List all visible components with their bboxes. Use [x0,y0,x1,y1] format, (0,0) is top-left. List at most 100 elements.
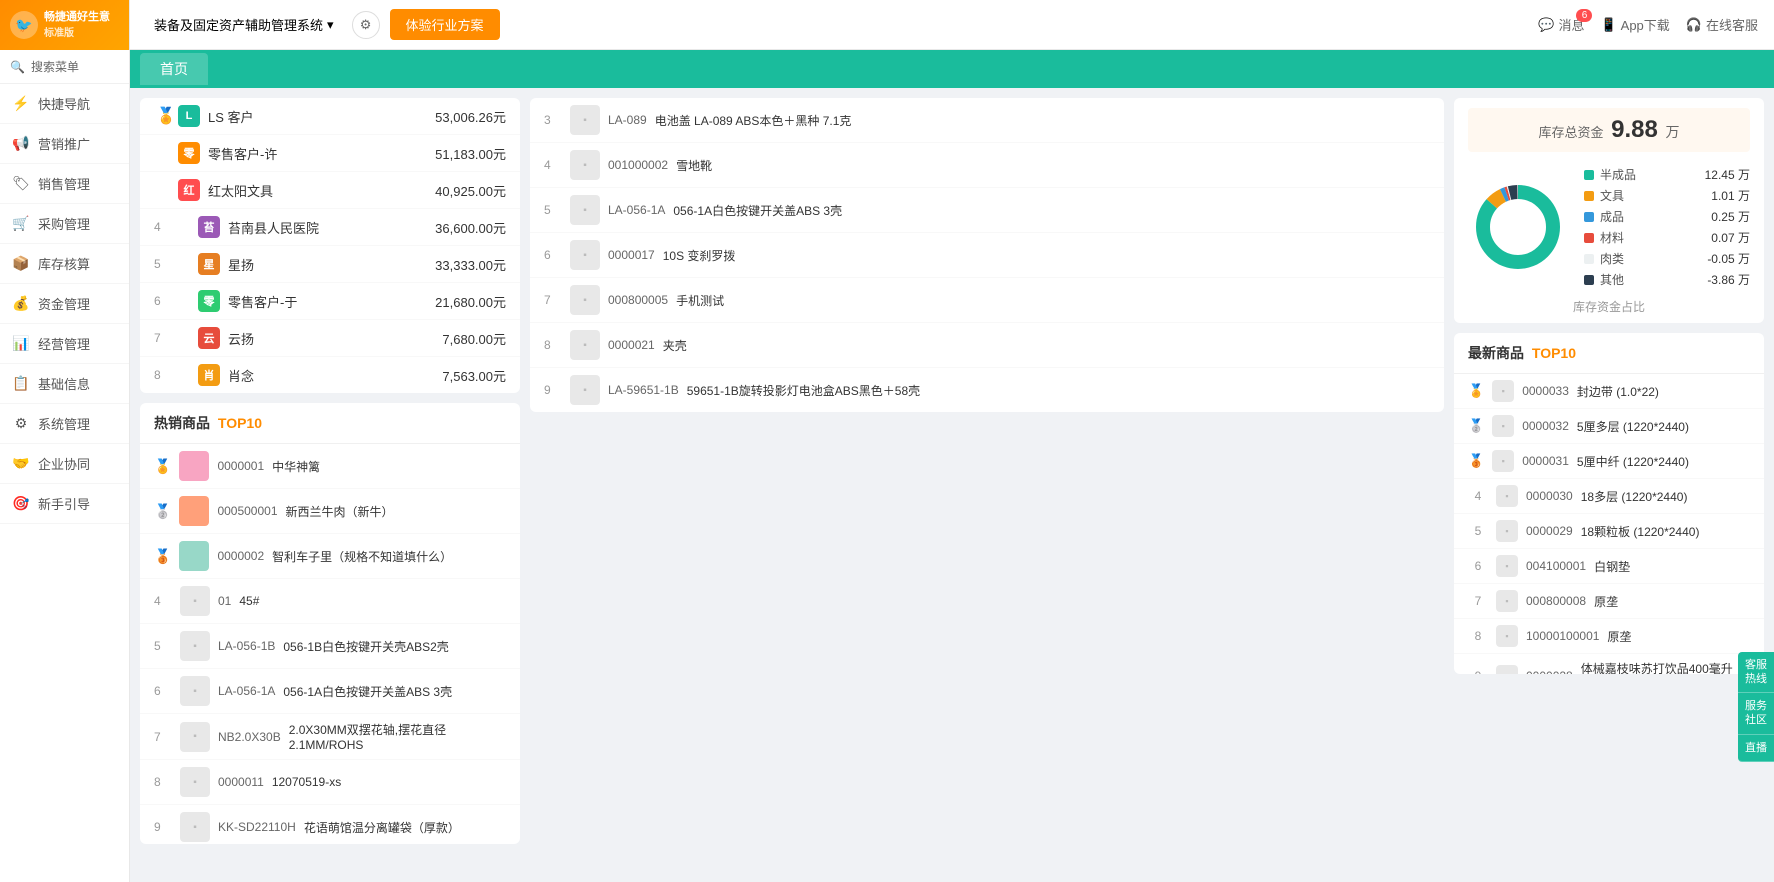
legend-label: 材料 [1600,229,1705,246]
sidebar-nav: ⚡快捷导航📢营销推广🏷销售管理🛒采购管理📦库存核算💰资金管理📊经营管理📋基础信息… [0,84,129,524]
search-icon: 🔍 [10,60,25,74]
online-service-button[interactable]: 🎧 在线客服 [1686,15,1758,34]
logo-icon: 🐦 [10,11,38,39]
hot-product-row: 7 ▪ NB2.0X30B 2.0X30MM双摆花轴,摆花直径2.1MM/ROH… [140,714,520,760]
app-logo: 🐦 畅捷通好生意 标准版 [0,0,129,50]
product-placeholder: ▪ [570,105,600,135]
system-title: 装备及固定资产辅助管理系统 [154,15,323,34]
hot-product-row: 🥈 000500001 新西兰牛肉（新牛） [140,489,520,534]
sidebar-item-enterprise[interactable]: 🤝企业协同 [0,444,129,484]
customer-rank-row: 4 苔 苔南县人民医院 36,600.00元 [140,209,520,246]
hot-product-row: 🥉 0000002 智利车子里（规格不知道填什么） [140,534,520,579]
product-placeholder: ▪ [570,195,600,225]
product-placeholder: ▪ [570,150,600,180]
legend-color [1584,233,1594,243]
new-product-row: 6 ▪ 004100001 白钢垫 [1454,549,1764,584]
inventory-total-section: 库存总资金 9.88 万 [1454,98,1764,156]
new-product-row: 🥈 ▪ 0000032 5厘多层 (1220*2440) [1454,409,1764,444]
float-btn-2[interactable]: 直播 [1738,735,1774,762]
product-placeholder: ▪ [180,767,210,797]
sidebar-item-quick-nav[interactable]: ⚡快捷导航 [0,84,129,124]
new-product-row: 🥉 ▪ 0000031 5厘中纤 (1220*2440) [1454,444,1764,479]
product-code: 01 [218,594,231,608]
sidebar-item-inventory[interactable]: 📦库存核算 [0,244,129,284]
guide-icon: 🎯 [12,495,30,513]
customer-amount: 33,333.00元 [435,255,506,274]
right-panel: 库存总资金 9.88 万 半 [1454,98,1764,872]
header: 装备及固定资产辅助管理系统 ▾ ⚙ 体验行业方案 💬 消息 6 📱 App下载 … [130,0,1774,50]
float-btn-1[interactable]: 服务 社区 [1738,693,1774,735]
new-product-placeholder: ▪ [1496,555,1518,577]
sidebar-item-basic[interactable]: 📋基础信息 [0,364,129,404]
product-name: 智利车子里（规格不知道填什么） [272,548,506,565]
inventory-total-box: 库存总资金 9.88 万 [1468,108,1750,152]
purchase-icon: 🛒 [12,215,30,233]
product-name: 056-1A白色按键开关盖ABS 3壳 [283,683,506,700]
float-btn-0[interactable]: 客服 热线 [1738,652,1774,694]
product-placeholder: ▪ [180,586,210,616]
trial-button[interactable]: 体验行业方案 [390,9,500,40]
sidebar-item-sales[interactable]: 🏷销售管理 [0,164,129,204]
new-products-title: 最新商品 [1468,345,1524,361]
new-product-name: 5厘多层 (1220*2440) [1577,418,1750,435]
customer-name: 云扬 [228,329,442,348]
middle-product-row: 6 ▪ 0000017 10S 变刹罗拨 [530,233,1444,278]
sidebar-item-finance[interactable]: 💰资金管理 [0,284,129,324]
settings-gear[interactable]: ⚙ [352,11,380,39]
customer-amount: 53,006.26元 [435,107,506,126]
legend-value: 0.25 万 [1711,208,1750,225]
hot-product-row: 6 ▪ LA-056-1A 056-1A白色按键开关盖ABS 3壳 [140,669,520,714]
hot-products-header: 热销商品 TOP10 [140,403,520,444]
customer-avatar: 星 [198,253,220,275]
customer-rank-row: 5 星 星扬 33,333.00元 [140,246,520,283]
finance-icon: 💰 [12,295,30,313]
hot-product-row: 8 ▪ 0000011 12070519-xs [140,760,520,805]
product-image [179,541,209,571]
basic-icon: 📋 [12,375,30,393]
medal-bronze: 🥉 [154,548,171,565]
legend-value: 0.07 万 [1711,229,1750,246]
legend-label: 文具 [1600,187,1705,204]
system-title-dropdown[interactable]: 装备及固定资产辅助管理系统 ▾ [146,11,342,38]
sidebar-item-operation[interactable]: 📊经营管理 [0,324,129,364]
search-menu[interactable]: 🔍 搜索菜单 [0,50,129,84]
product-placeholder: ▪ [180,631,210,661]
header-right: 💬 消息 6 📱 App下载 🎧 在线客服 [1538,15,1758,34]
sidebar-item-marketing[interactable]: 📢营销推广 [0,124,129,164]
sidebar-item-guide[interactable]: 🎯新手引导 [0,484,129,524]
legend-label: 半成品 [1600,166,1699,183]
customer-rank-row: 零 零售客户-许 51,183.00元 [140,135,520,172]
new-product-placeholder: ▪ [1496,520,1518,542]
product-code: 0000002 [217,549,264,563]
new-product-code: 10000100001 [1526,629,1599,643]
logo-text: 畅捷通好生意 标准版 [44,11,110,39]
customer-name: 星扬 [228,255,435,274]
new-product-row: 7 ▪ 000800008 原垄 [1454,584,1764,619]
new-product-name: 5厘中纤 (1220*2440) [1577,453,1750,470]
product-code: LA-056-1B [218,639,275,653]
legend-item: 材料 0.07 万 [1584,229,1750,246]
search-label: 搜索菜单 [31,58,79,75]
customer-avatar: 零 [178,142,200,164]
app-download-button[interactable]: 📱 App下载 [1600,15,1669,34]
new-product-code: 0000031 [1522,454,1569,468]
message-button[interactable]: 💬 消息 6 [1538,15,1584,34]
product-name: 056-1A白色按键开关盖ABS 3壳 [673,202,1430,219]
enterprise-icon: 🤝 [12,455,30,473]
hot-products-list: 🏅 0000001 中华神篱 🥈 000500001 新西兰牛肉（新牛） 🥉 0… [140,444,520,844]
new-product-row: 4 ▪ 0000030 18多层 (1220*2440) [1454,479,1764,514]
rank-number: 4 [154,220,174,234]
middle-product-row: 9 ▪ LA-59651-1B 59651-1B旋转投影灯电池盒ABS黑色＋58… [530,368,1444,412]
sidebar-label-system: 系统管理 [38,414,90,433]
sidebar-item-purchase[interactable]: 🛒采购管理 [0,204,129,244]
legend-color [1584,275,1594,285]
sidebar-item-system[interactable]: ⚙系统管理 [0,404,129,444]
product-code: 0000021 [608,338,655,352]
legend-value: 12.45 万 [1705,166,1750,183]
inventory-legend: 半成品 12.45 万 文具 1.01 万 成品 0.25 万 材料 0.07 … [1584,166,1750,288]
sidebar-label-sales: 销售管理 [38,174,90,193]
customer-avatar: 苔 [198,216,220,238]
middle-products-card: 3 ▪ LA-089 电池盖 LA-089 ABS本色＋黑种 7.1克 4 ▪ … [530,98,1444,412]
product-name: 10S 变刹罗拨 [663,247,1430,264]
tab-home[interactable]: 首页 [140,53,208,85]
